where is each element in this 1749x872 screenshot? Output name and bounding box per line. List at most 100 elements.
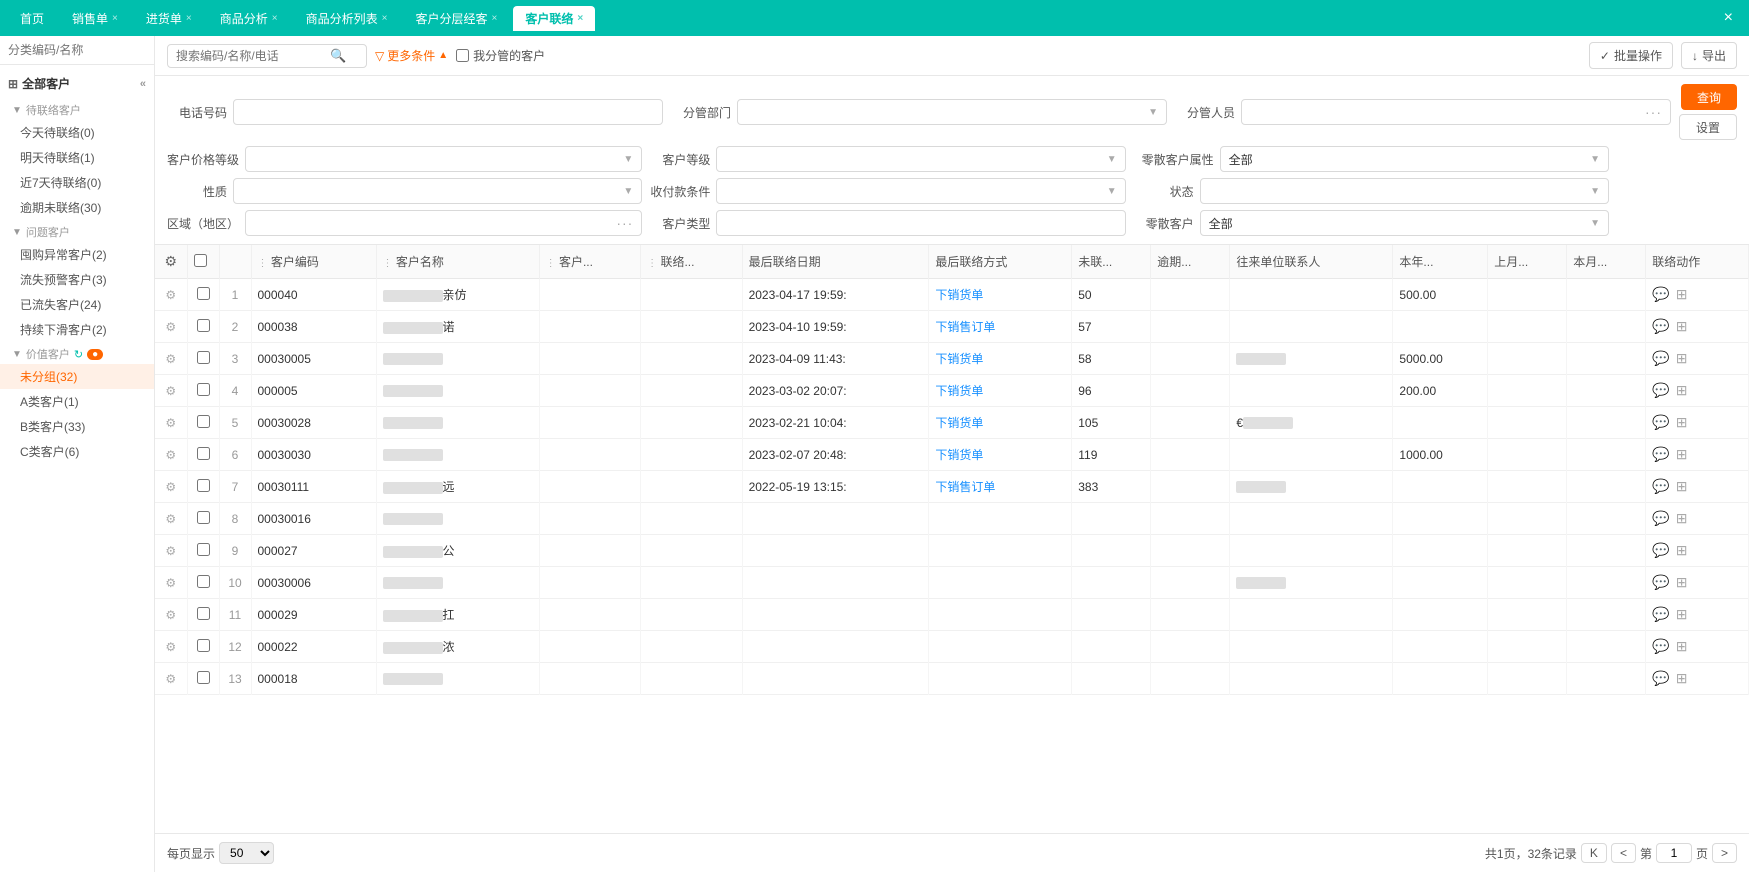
row-checkbox[interactable] xyxy=(197,319,210,332)
row-checkbox[interactable] xyxy=(197,447,210,460)
row-checkbox[interactable] xyxy=(197,511,210,524)
sidebar-item-no-group[interactable]: 未分组(32) xyxy=(0,364,154,389)
row-apps-icon[interactable]: ⊞ xyxy=(1676,670,1688,687)
row-gear-icon[interactable]: ⚙ xyxy=(155,407,187,439)
sidebar-item-today[interactable]: 今天待联络(0) xyxy=(0,120,154,145)
row-gear-icon[interactable]: ⚙ xyxy=(155,631,187,663)
row-apps-icon[interactable]: ⊞ xyxy=(1676,638,1688,655)
row-gear-icon[interactable]: ⚙ xyxy=(155,439,187,471)
row-last-contact-method[interactable]: 下销货单 xyxy=(935,416,983,430)
filter-search-icon[interactable]: 🔍 xyxy=(330,48,346,64)
sidebar-item-flow-warning[interactable]: 流失预警客户(3) xyxy=(0,267,154,292)
nav-tab-customer-segment[interactable]: 客户分层经客 × xyxy=(403,6,509,31)
status-select[interactable]: ▼ xyxy=(1200,178,1609,204)
retail-customer-select[interactable]: 全部 ▼ xyxy=(1200,210,1609,236)
nav-tab-home[interactable]: 首页 xyxy=(8,6,56,31)
row-checkbox-cell[interactable] xyxy=(187,535,219,567)
sidebar-collapse-arrow[interactable]: « xyxy=(140,78,146,90)
table-gear-header[interactable]: ⚙ xyxy=(155,245,187,279)
export-button[interactable]: ↓ 导出 xyxy=(1681,42,1737,69)
row-checkbox-cell[interactable] xyxy=(187,279,219,311)
row-chat-icon[interactable]: 💬 xyxy=(1652,606,1669,623)
sidebar-item-lost[interactable]: 已流失客户(24) xyxy=(0,292,154,317)
row-last-contact-method[interactable]: 下销货单 xyxy=(935,288,983,302)
row-checkbox[interactable] xyxy=(197,351,210,364)
row-apps-icon[interactable]: ⊞ xyxy=(1676,510,1688,527)
sidebar-item-tomorrow[interactable]: 明天待联络(1) xyxy=(0,145,154,170)
row-gear-icon[interactable]: ⚙ xyxy=(155,343,187,375)
row-checkbox[interactable] xyxy=(197,543,210,556)
row-checkbox-cell[interactable] xyxy=(187,599,219,631)
sidebar-search-input[interactable] xyxy=(8,43,155,57)
row-chat-icon[interactable]: 💬 xyxy=(1652,382,1669,399)
dept-select[interactable]: ▼ xyxy=(737,99,1167,125)
row-checkbox[interactable] xyxy=(197,415,210,428)
row-chat-icon[interactable]: 💬 xyxy=(1652,478,1669,495)
row-gear-icon[interactable]: ⚙ xyxy=(155,471,187,503)
row-gear-icon[interactable]: ⚙ xyxy=(155,503,187,535)
my-customers-filter[interactable]: 我分管的客户 xyxy=(456,47,545,64)
row-gear-icon[interactable]: ⚙ xyxy=(155,599,187,631)
row-checkbox[interactable] xyxy=(197,383,210,396)
row-checkbox[interactable] xyxy=(197,287,210,300)
value-arrow[interactable]: ▼ xyxy=(12,349,22,360)
row-apps-icon[interactable]: ⊞ xyxy=(1676,606,1688,623)
row-chat-icon[interactable]: 💬 xyxy=(1652,286,1669,303)
nav-tab-product-analysis-list[interactable]: 商品分析列表 × xyxy=(294,6,400,31)
row-chat-icon[interactable]: 💬 xyxy=(1652,318,1669,335)
row-chat-icon[interactable]: 💬 xyxy=(1652,542,1669,559)
page-size-select[interactable]: 50 100 xyxy=(219,842,274,864)
sidebar-item-overdue[interactable]: 逾期未联络(30) xyxy=(0,195,154,220)
nav-tab-customer-contact-close[interactable]: × xyxy=(577,13,583,24)
customer-level-select[interactable]: ▼ xyxy=(716,146,1125,172)
row-checkbox-cell[interactable] xyxy=(187,471,219,503)
region-select[interactable]: ··· xyxy=(245,210,642,236)
row-apps-icon[interactable]: ⊞ xyxy=(1676,478,1688,495)
row-last-contact-method[interactable]: 下销售订单 xyxy=(935,320,995,334)
more-conditions-button[interactable]: ▽ 更多条件 ▲ xyxy=(375,47,448,64)
row-apps-icon[interactable]: ⊞ xyxy=(1676,382,1688,399)
filter-search-input[interactable] xyxy=(176,49,326,63)
select-all-checkbox[interactable] xyxy=(194,254,207,267)
my-customers-checkbox[interactable] xyxy=(456,49,469,62)
row-checkbox-cell[interactable] xyxy=(187,439,219,471)
nav-tab-sales[interactable]: 销售单 × xyxy=(60,6,130,31)
value-refresh-icon[interactable]: ↻ xyxy=(74,348,83,361)
nav-tab-product-analysis[interactable]: 商品分析 × xyxy=(208,6,290,31)
row-apps-icon[interactable]: ⊞ xyxy=(1676,350,1688,367)
batch-operation-button[interactable]: ✓ 批量操作 xyxy=(1589,42,1673,69)
row-checkbox[interactable] xyxy=(197,607,210,620)
customer-type-select[interactable] xyxy=(716,210,1125,236)
row-chat-icon[interactable]: 💬 xyxy=(1652,574,1669,591)
row-gear-icon[interactable]: ⚙ xyxy=(155,279,187,311)
retail-attr-select[interactable]: 全部 ▼ xyxy=(1220,146,1609,172)
sidebar-item-7days[interactable]: 近7天待联络(0) xyxy=(0,170,154,195)
nav-tab-purchase-close[interactable]: × xyxy=(186,13,192,24)
nav-tab-customer-segment-close[interactable]: × xyxy=(491,13,497,24)
row-checkbox[interactable] xyxy=(197,639,210,652)
nav-tab-product-analysis-list-close[interactable]: × xyxy=(382,13,388,24)
row-checkbox-cell[interactable] xyxy=(187,567,219,599)
row-checkbox-cell[interactable] xyxy=(187,663,219,695)
nav-tab-purchase[interactable]: 进货单 × xyxy=(134,6,204,31)
row-checkbox-cell[interactable] xyxy=(187,375,219,407)
nature-select[interactable]: ▼ xyxy=(233,178,642,204)
row-gear-icon[interactable]: ⚙ xyxy=(155,535,187,567)
first-page-button[interactable]: K xyxy=(1581,843,1607,863)
nav-tab-customer-contact[interactable]: 客户联络 × xyxy=(513,6,595,31)
row-gear-icon[interactable]: ⚙ xyxy=(155,567,187,599)
prev-page-button[interactable]: < xyxy=(1611,843,1636,863)
row-apps-icon[interactable]: ⊞ xyxy=(1676,286,1688,303)
sidebar-item-a-class[interactable]: A类客户(1) xyxy=(0,389,154,414)
row-checkbox-cell[interactable] xyxy=(187,311,219,343)
row-checkbox-cell[interactable] xyxy=(187,503,219,535)
row-checkbox[interactable] xyxy=(197,575,210,588)
row-checkbox-cell[interactable] xyxy=(187,407,219,439)
row-apps-icon[interactable]: ⊞ xyxy=(1676,574,1688,591)
row-gear-icon[interactable]: ⚙ xyxy=(155,311,187,343)
nav-tab-sales-close[interactable]: × xyxy=(112,13,118,24)
page-number-input[interactable] xyxy=(1656,843,1692,863)
row-checkbox[interactable] xyxy=(197,479,210,492)
row-checkbox-cell[interactable] xyxy=(187,631,219,663)
row-chat-icon[interactable]: 💬 xyxy=(1652,638,1669,655)
